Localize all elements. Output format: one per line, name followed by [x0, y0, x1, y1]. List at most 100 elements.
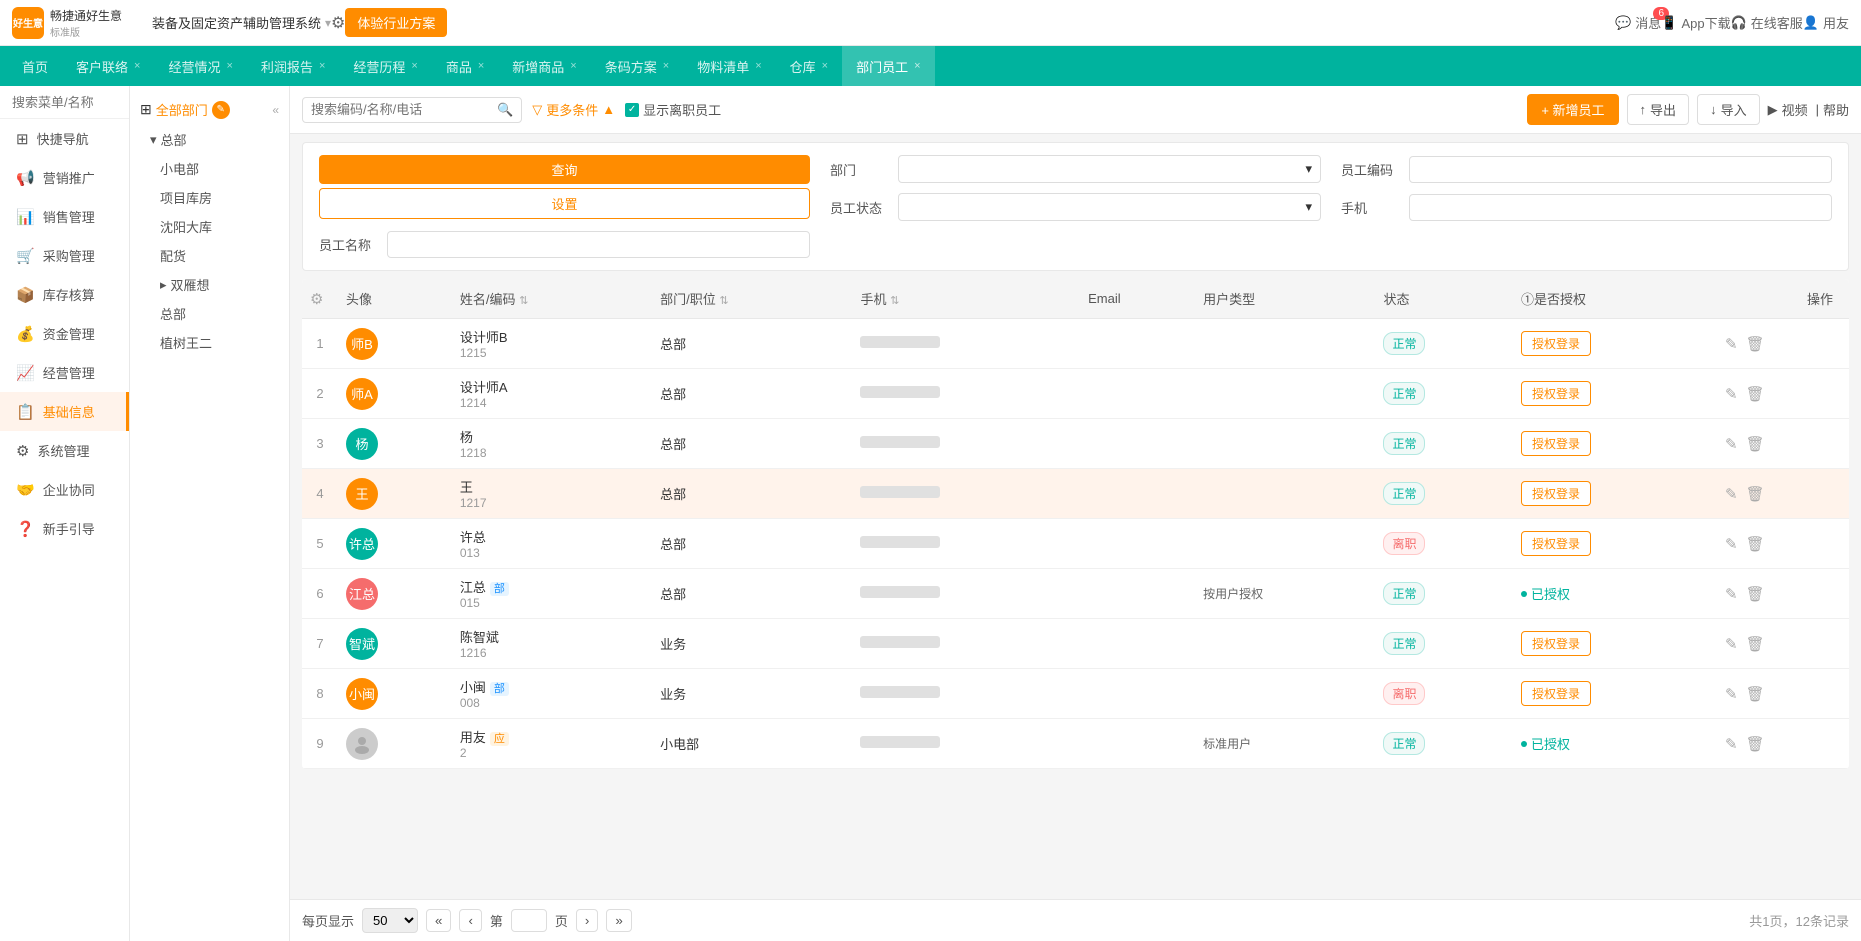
search-input[interactable] [311, 102, 491, 117]
close-icon[interactable]: × [134, 60, 140, 72]
close-icon[interactable]: × [319, 60, 325, 72]
sidebar-item-basic-info[interactable]: 📋 基础信息 [0, 392, 129, 431]
tab-history[interactable]: 经营历程 × [339, 46, 431, 86]
tab-warehouse[interactable]: 仓库 × [776, 46, 842, 86]
message-action[interactable]: 💬 消息 6 [1615, 13, 1661, 32]
experience-btn[interactable]: 体验行业方案 [345, 8, 447, 37]
sidebar-item-quick-nav[interactable]: ⊞ 快捷导航 [0, 119, 129, 158]
edit-icon[interactable]: ✎ [1725, 435, 1738, 453]
sidebar-item-purchase[interactable]: 🛒 采购管理 [0, 236, 129, 275]
tab-new-goods[interactable]: 新增商品 × [498, 46, 590, 86]
settings-button[interactable]: ⚙ [331, 13, 345, 33]
dept-item-distribution[interactable]: 配货 [130, 241, 289, 270]
auth-button[interactable]: 授权登录 [1521, 631, 1591, 656]
sidebar-item-finance[interactable]: 💰 资金管理 [0, 314, 129, 353]
status-filter-select[interactable]: ▾ [898, 193, 1321, 221]
auth-button[interactable]: 授权登录 [1521, 381, 1591, 406]
close-icon[interactable]: × [663, 60, 669, 72]
close-icon[interactable]: × [570, 60, 576, 72]
dept-item-small-elec[interactable]: 小电部 [130, 154, 289, 183]
auth-button[interactable]: 授权登录 [1521, 431, 1591, 456]
query-btn[interactable]: 查询 [319, 155, 810, 184]
tab-goods[interactable]: 商品 × [432, 46, 498, 86]
export-btn[interactable]: ↑ 导出 [1627, 94, 1690, 125]
dept-item-project[interactable]: 项目库房 [130, 183, 289, 212]
set-btn[interactable]: 设置 [319, 188, 810, 219]
delete-icon[interactable]: 🗑 [1746, 735, 1765, 753]
edit-icon[interactable]: ✎ [1725, 485, 1738, 503]
sidebar-item-enterprise[interactable]: 🤝 企业协同 [0, 470, 129, 509]
collapse-tree-btn[interactable]: « [272, 103, 279, 117]
dept-item-plantwang[interactable]: 植树王二 [130, 328, 289, 357]
auth-button[interactable]: 授权登录 [1521, 681, 1591, 706]
delete-icon[interactable]: 🗑 [1746, 485, 1765, 503]
add-employee-btn[interactable]: + 新增员工 [1527, 94, 1618, 125]
sidebar-item-sales[interactable]: 📊 销售管理 [0, 197, 129, 236]
tab-barcode[interactable]: 条码方案 × [591, 46, 683, 86]
col-setting-header[interactable]: ⚙ [302, 279, 338, 319]
delete-icon[interactable]: 🗑 [1746, 435, 1765, 453]
view-btn[interactable]: ▶ 视频 [1768, 100, 1808, 119]
close-icon[interactable]: × [914, 60, 920, 72]
edit-icon[interactable]: ✎ [1725, 585, 1738, 603]
all-dept-label[interactable]: 全部部门 [156, 100, 208, 119]
close-icon[interactable]: × [478, 60, 484, 72]
close-icon[interactable]: × [411, 60, 417, 72]
online-service-action[interactable]: 🎧 在线客服 [1731, 13, 1803, 32]
delete-icon[interactable]: 🗑 [1746, 585, 1765, 603]
import-btn[interactable]: ↓ 导入 [1697, 94, 1760, 125]
tab-material[interactable]: 物料清单 × [683, 46, 775, 86]
dept-item-general[interactable]: ▾ 总部 [130, 125, 289, 154]
delete-icon[interactable]: 🗑 [1746, 685, 1765, 703]
edit-icon[interactable]: ✎ [1725, 635, 1738, 653]
edit-icon[interactable]: ✎ [1725, 735, 1738, 753]
close-icon[interactable]: × [226, 60, 232, 72]
more-filter-btn[interactable]: ▽ 更多条件 ▲ [532, 100, 615, 119]
sidebar-item-marketing[interactable]: 📢 营销推广 [0, 158, 129, 197]
dept-item-general2[interactable]: 总部 [130, 299, 289, 328]
dept-edit-circle[interactable]: ✎ [212, 101, 230, 119]
edit-icon[interactable]: ✎ [1725, 535, 1738, 553]
close-icon[interactable]: × [755, 60, 761, 72]
sidebar-item-operations[interactable]: 📈 经营管理 [0, 353, 129, 392]
prev-page-btn[interactable]: ‹ [459, 909, 481, 932]
user-action[interactable]: 👤 用友 [1803, 13, 1849, 32]
next-page-btn[interactable]: › [576, 909, 598, 932]
app-download-action[interactable]: 📱 App下载 [1661, 13, 1730, 32]
employee-name-input[interactable] [387, 231, 810, 258]
help-btn[interactable]: | 帮助 [1816, 100, 1849, 119]
show-resigned-toggle[interactable]: ✓ 显示离职员工 [625, 100, 721, 119]
edit-icon[interactable]: ✎ [1725, 335, 1738, 353]
dept-filter-select[interactable]: ▾ [898, 155, 1321, 183]
dept-item-shuangyan[interactable]: ▸ 双雁想 [130, 270, 289, 299]
auth-button[interactable]: 授权登录 [1521, 481, 1591, 506]
tab-profit[interactable]: 利润报告 × [247, 46, 339, 86]
tab-home[interactable]: 首页 [8, 46, 62, 86]
delete-icon[interactable]: 🗑 [1746, 635, 1765, 653]
sidebar-item-system[interactable]: ⚙ 系统管理 [0, 431, 129, 470]
sidebar-item-inventory[interactable]: 📦 库存核算 [0, 275, 129, 314]
delete-icon[interactable]: 🗑 [1746, 385, 1765, 403]
dept-item-shenyang[interactable]: 沈阳大库 [130, 212, 289, 241]
page-number-input[interactable]: 1 [511, 909, 547, 932]
per-page-select[interactable]: 50 100 [362, 908, 418, 933]
tab-business[interactable]: 经营情况 × [154, 46, 246, 86]
auth-button[interactable]: 授权登录 [1521, 331, 1591, 356]
first-page-btn[interactable]: « [426, 909, 451, 932]
employee-code-input[interactable] [1409, 156, 1832, 183]
tab-customer[interactable]: 客户联络 × [62, 46, 154, 86]
sidebar-item-guide[interactable]: ❓ 新手引导 [0, 509, 129, 548]
last-page-btn[interactable]: » [606, 909, 631, 932]
edit-icon[interactable]: ✎ [1725, 385, 1738, 403]
search-menu-input[interactable] [12, 95, 130, 110]
tab-dept-employee[interactable]: 部门员工 × [842, 46, 934, 86]
delete-icon[interactable]: 🗑 [1746, 535, 1765, 553]
sort-dept-icon[interactable]: ⇅ [719, 295, 728, 307]
close-icon[interactable]: × [822, 60, 828, 72]
sort-phone-icon[interactable]: ⇅ [890, 295, 899, 307]
delete-icon[interactable]: 🗑 [1746, 335, 1765, 353]
edit-icon[interactable]: ✎ [1725, 685, 1738, 703]
sort-name-icon[interactable]: ⇅ [519, 295, 528, 307]
phone-filter-input[interactable] [1409, 194, 1832, 221]
auth-button[interactable]: 授权登录 [1521, 531, 1591, 556]
